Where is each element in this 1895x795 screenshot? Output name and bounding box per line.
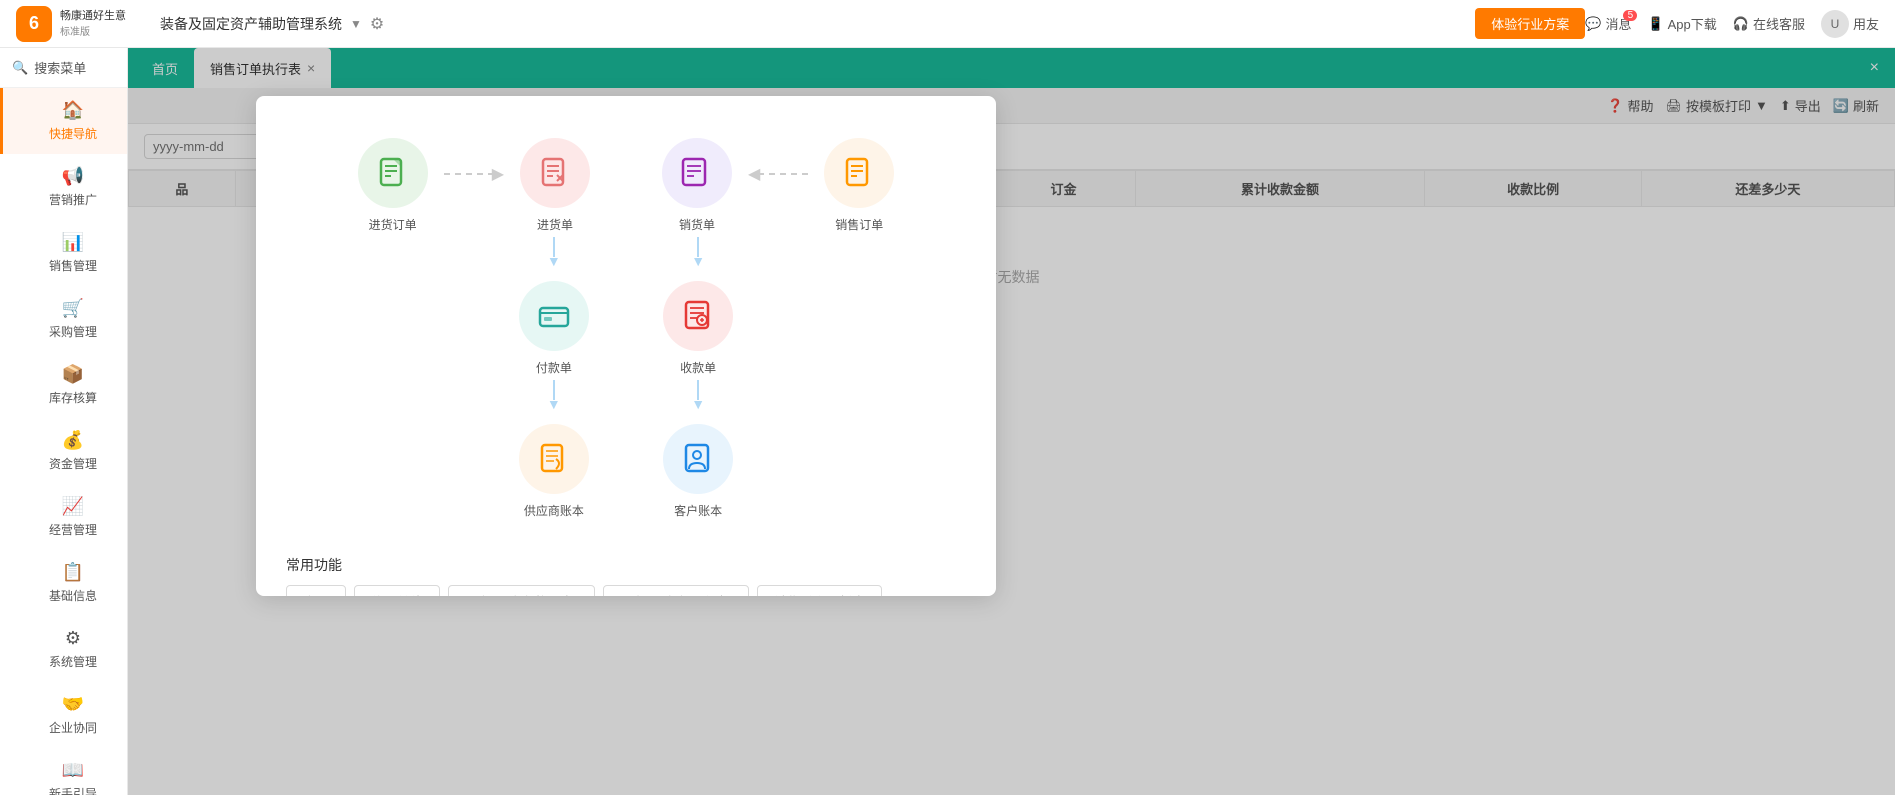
- func-btn-counterparts[interactable]: 往来单位: [354, 585, 440, 596]
- customer-ledger-circle: [663, 424, 733, 494]
- common-functions-section: 常用功能 商品 往来单位 现存量(库存状况表) 现存量(库存分布表) 销售毛利分…: [286, 555, 966, 596]
- sales-order-circle: [824, 138, 894, 208]
- sidebar-item-marketing[interactable]: 📢 营销推广: [0, 154, 127, 220]
- customer-ledger-label: 客户账本: [674, 502, 722, 519]
- purchase-bill-circle: [520, 138, 590, 208]
- home-icon: 🏠: [62, 100, 84, 121]
- flow-diagram: 进货订单 ▶: [286, 126, 966, 531]
- finance-icon: 💰: [62, 430, 84, 451]
- receipt-circle: [663, 281, 733, 351]
- marketing-icon: 📢: [62, 166, 84, 187]
- node-purchase-bill[interactable]: 进货单: [504, 126, 606, 245]
- purchase-icon: 🛒: [62, 298, 84, 319]
- system-icon: ⚙: [65, 628, 81, 649]
- supplier-ledger-label: 供应商账本: [524, 502, 584, 519]
- payment-circle: [519, 281, 589, 351]
- sidebar-item-sales[interactable]: 📊 销售管理: [0, 220, 127, 286]
- avatar: U: [1821, 10, 1849, 38]
- app-logo: 6: [16, 6, 52, 42]
- operations-icon: 📈: [62, 496, 84, 517]
- app-download-button[interactable]: 📱 App下载: [1647, 14, 1716, 33]
- sales-bill-circle: [662, 138, 732, 208]
- message-badge: 5: [1623, 10, 1637, 21]
- node-payment[interactable]: 付款单: [503, 269, 605, 388]
- app-version: 标准版: [60, 23, 126, 38]
- search-menu[interactable]: 🔍 搜索菜单: [0, 48, 127, 88]
- sidebar-item-system[interactable]: ⚙ 系统管理: [0, 616, 127, 682]
- sales-bill-label: 销货单: [679, 216, 715, 233]
- node-supplier-ledger[interactable]: 供应商账本: [503, 412, 605, 531]
- function-buttons-row: 商品 往来单位 现存量(库存状况表) 现存量(库存分布表) 销售毛利分析表 商品…: [286, 585, 966, 596]
- sales-order-label: 销售订单: [835, 216, 883, 233]
- enterprise-icon: 🤝: [62, 694, 84, 715]
- settings-icon[interactable]: ⚙: [370, 14, 384, 34]
- node-customer-ledger[interactable]: 客户账本: [647, 412, 749, 531]
- func-btn-stock-distribution[interactable]: 现存量(库存分布表): [603, 585, 750, 596]
- purchase-order-label: 进货订单: [369, 216, 417, 233]
- payment-label: 付款单: [536, 359, 572, 376]
- message-icon: 💬: [1585, 16, 1601, 32]
- download-icon: 📱: [1647, 16, 1663, 32]
- flow-modal: 进货订单 ▶: [256, 96, 996, 596]
- func-btn-sales-gross[interactable]: 销售毛利分析表: [757, 585, 882, 596]
- guide-icon: 📖: [62, 760, 84, 781]
- sidebar-item-quick-nav[interactable]: 🏠 快捷导航: [0, 88, 127, 154]
- sidebar-item-operations[interactable]: 📈 经营管理: [0, 484, 127, 550]
- system-dropdown-icon[interactable]: ▼: [350, 17, 362, 31]
- purchase-order-circle: [358, 138, 428, 208]
- app-name: 畅康通好生意: [60, 9, 126, 23]
- message-button[interactable]: 💬 消息 5: [1585, 14, 1631, 33]
- sidebar-item-basic-info[interactable]: 📋 基础信息: [0, 550, 127, 616]
- user-menu[interactable]: U 用友: [1821, 10, 1879, 38]
- func-btn-stock-status[interactable]: 现存量(库存状况表): [448, 585, 595, 596]
- sales-icon: 📊: [62, 232, 84, 253]
- sidebar-item-inventory[interactable]: 📦 库存核算: [0, 352, 127, 418]
- service-icon: 🎧: [1733, 16, 1749, 32]
- modal-overlay: 进货订单 ▶: [128, 48, 1895, 795]
- func-btn-products[interactable]: 商品: [286, 585, 346, 596]
- system-name: 装备及固定资产辅助管理系统: [160, 14, 342, 34]
- node-purchase-order[interactable]: 进货订单: [342, 126, 444, 245]
- search-icon: 🔍: [12, 60, 28, 76]
- node-sales-order[interactable]: 销售订单: [808, 126, 910, 245]
- sidebar-item-purchase[interactable]: 🛒 采购管理: [0, 286, 127, 352]
- purchase-bill-label: 进货单: [537, 216, 573, 233]
- node-sales-bill[interactable]: 销货单: [646, 126, 748, 245]
- sidebar-item-finance[interactable]: 💰 资金管理: [0, 418, 127, 484]
- supplier-ledger-circle: [519, 424, 589, 494]
- inventory-icon: 📦: [62, 364, 84, 385]
- online-service-button[interactable]: 🎧 在线客服: [1733, 14, 1805, 33]
- trial-button[interactable]: 体验行业方案: [1475, 8, 1585, 39]
- node-receipt[interactable]: 收款单: [647, 269, 749, 388]
- sidebar-item-guide[interactable]: 📖 新手引导: [0, 748, 127, 795]
- basic-info-icon: 📋: [62, 562, 84, 583]
- sidebar-item-enterprise[interactable]: 🤝 企业协同: [0, 682, 127, 748]
- receipt-label: 收款单: [680, 359, 716, 376]
- common-functions-title: 常用功能: [286, 555, 966, 575]
